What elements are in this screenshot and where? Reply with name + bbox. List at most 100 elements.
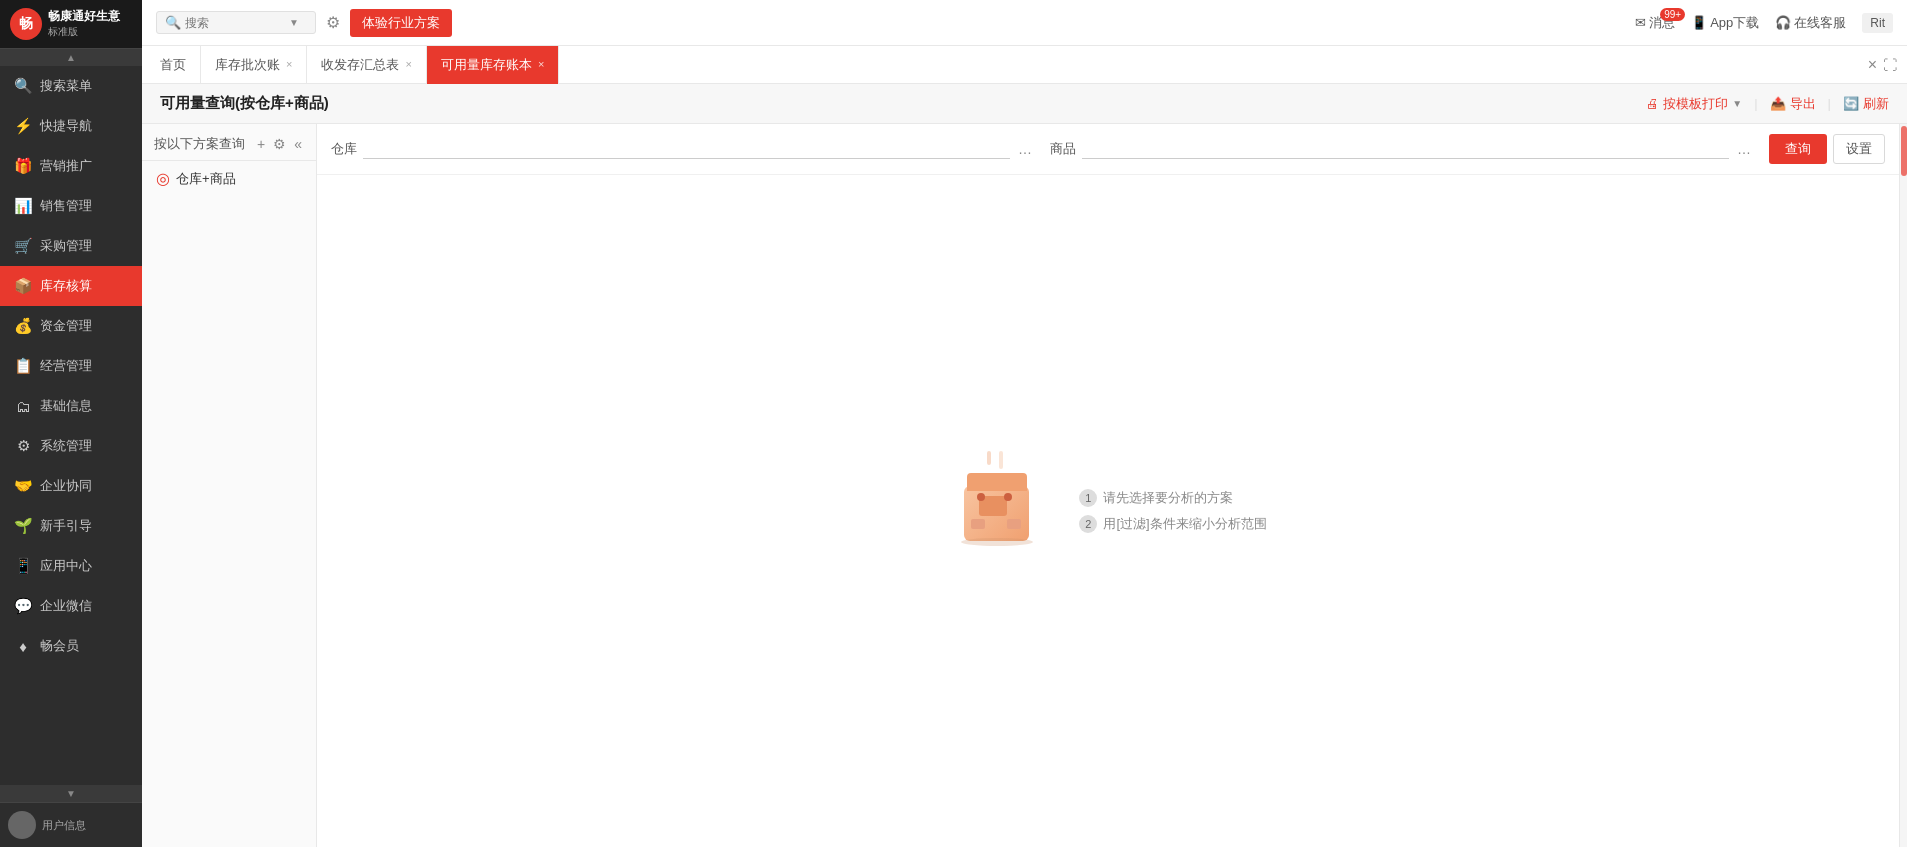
print-button[interactable]: 🖨 按模板打印 ▼	[1646, 95, 1742, 113]
warehouse-input[interactable]	[363, 139, 1010, 159]
page-header-actions: 🖨 按模板打印 ▼ | 📤 导出 | 🔄 刷新	[1646, 95, 1889, 113]
sidebar-item-vip[interactable]: ♦ 畅会员	[0, 626, 142, 666]
headset-icon: 🎧	[1775, 15, 1791, 30]
goods-input[interactable]	[1082, 139, 1729, 159]
separator: |	[1754, 96, 1757, 111]
sidebar-item-sales[interactable]: 📊 销售管理	[0, 186, 142, 226]
phone-icon: 📱	[1691, 15, 1707, 30]
tab-label: 首页	[160, 56, 186, 74]
tab-label: 可用量库存账本	[441, 56, 532, 74]
user-menu[interactable]: Rit	[1862, 13, 1893, 33]
box-icon: 📦	[14, 277, 32, 295]
sidebar-subtitle: 标准版	[48, 25, 120, 39]
refresh-button[interactable]: 🔄 刷新	[1843, 95, 1889, 113]
sidebar-item-wechat[interactable]: 💬 企业微信	[0, 586, 142, 626]
right-panel: 仓库 … 商品 … 查询 设置	[317, 124, 1899, 847]
gear-icon: ⚙	[14, 437, 32, 455]
lightning-icon: ⚡	[14, 117, 32, 135]
sidebar-item-enterprise[interactable]: 🤝 企业协同	[0, 466, 142, 506]
sidebar-item-inventory[interactable]: 📦 库存核算	[0, 266, 142, 306]
tab-home[interactable]: 首页	[142, 46, 201, 84]
chevron-down-icon: ▼	[289, 17, 299, 28]
main-area: 🔍 ▼ ⚙ 体验行业方案 ✉ 消息 99+ 📱 App下载 🎧 在线客服 Rit	[142, 0, 1907, 847]
sidebar-item-purchase[interactable]: 🛒 采购管理	[0, 226, 142, 266]
warehouse-more-icon[interactable]: …	[1016, 141, 1034, 157]
sidebar-item-quicknav[interactable]: ⚡ 快捷导航	[0, 106, 142, 146]
add-scheme-button[interactable]: +	[255, 134, 267, 154]
sidebar-item-apps[interactable]: 📱 应用中心	[0, 546, 142, 586]
sidebar-item-system[interactable]: ⚙ 系统管理	[0, 426, 142, 466]
export-button[interactable]: 📤 导出	[1770, 95, 1816, 113]
sidebar-item-basic[interactable]: 🗂 基础信息	[0, 386, 142, 426]
app-download-button[interactable]: 📱 App下载	[1691, 14, 1759, 32]
search-input[interactable]	[185, 16, 285, 30]
sidebar-title-wrap: 畅康通好生意 标准版	[48, 9, 120, 39]
online-service-button[interactable]: 🎧 在线客服	[1775, 14, 1846, 32]
close-tab-button[interactable]: ×	[1868, 57, 1877, 73]
sidebar-header: 畅 畅康通好生意 标准版	[0, 0, 142, 49]
sidebar-item-label: 营销推广	[40, 157, 92, 175]
online-service-label: 在线客服	[1794, 14, 1846, 32]
sidebar-item-marketing[interactable]: 🎁 营销推广	[0, 146, 142, 186]
tab-close-icon[interactable]: ×	[405, 59, 411, 70]
sidebar-item-label: 畅会员	[40, 637, 79, 655]
collapse-panel-button[interactable]: «	[292, 134, 304, 154]
scheme-item-warehouse-goods[interactable]: ◎ 仓库+商品	[142, 161, 316, 196]
sidebar-item-operations[interactable]: 📋 经营管理	[0, 346, 142, 386]
settings-scheme-button[interactable]: ⚙	[271, 134, 288, 154]
gift-icon: 🎁	[14, 157, 32, 175]
search-icon: 🔍	[165, 15, 181, 30]
sidebar-item-label: 采购管理	[40, 237, 92, 255]
empty-hints: 1 请先选择要分析的方案 2 用[过滤]条件来缩小分析范围	[1079, 489, 1266, 533]
handshake-icon: 🤝	[14, 477, 32, 495]
empty-hint-2: 2 用[过滤]条件来缩小分析范围	[1079, 515, 1266, 533]
hint-num-1: 1	[1079, 489, 1097, 507]
filter-actions: 查询 设置	[1769, 134, 1885, 164]
tab-close-icon[interactable]: ×	[286, 59, 292, 70]
refresh-icon: 🔄	[1843, 96, 1859, 111]
wechat-icon: 💬	[14, 597, 32, 615]
expand-button[interactable]: ⛶	[1883, 57, 1897, 73]
clipboard-icon: 📋	[14, 357, 32, 375]
settings-button[interactable]: 设置	[1833, 134, 1885, 164]
scheme-icon: ◎	[156, 169, 170, 188]
sidebar-scroll-up[interactable]: ▲	[0, 49, 142, 66]
tab-close-icon[interactable]: ×	[538, 59, 544, 70]
tab-available[interactable]: 可用量库存账本 ×	[427, 46, 559, 84]
industry-solution-button[interactable]: 体验行业方案	[350, 9, 452, 37]
messages-button[interactable]: ✉ 消息 99+	[1635, 14, 1675, 32]
hint-text-1: 请先选择要分析的方案	[1103, 489, 1233, 507]
tabs-actions: × ⛶	[1858, 46, 1907, 84]
sidebar-item-label: 企业协同	[40, 477, 92, 495]
tab-batch[interactable]: 库存批次账 ×	[201, 46, 307, 84]
chevron-down-icon: ▼	[1732, 98, 1742, 109]
sidebar-bottom: 用户信息	[0, 802, 142, 847]
sidebar-item-label: 基础信息	[40, 397, 92, 415]
separator: |	[1828, 96, 1831, 111]
sidebar-item-search[interactable]: 🔍 搜索菜单	[0, 66, 142, 106]
goods-label: 商品	[1050, 140, 1076, 158]
hint-text-2: 用[过滤]条件来缩小分析范围	[1103, 515, 1266, 533]
goods-more-icon[interactable]: …	[1735, 141, 1753, 157]
export-icon: 📤	[1770, 96, 1786, 111]
topbar-gear-icon[interactable]: ⚙	[326, 13, 340, 32]
scrollbar[interactable]	[1899, 124, 1907, 847]
query-button[interactable]: 查询	[1769, 134, 1827, 164]
sidebar-title: 畅康通好生意	[48, 9, 120, 25]
sidebar: 畅 畅康通好生意 标准版 ▲ 🔍 搜索菜单 ⚡ 快捷导航 🎁 营销推广 📊 销售…	[0, 0, 142, 847]
topbar-search-box[interactable]: 🔍 ▼	[156, 11, 316, 34]
sidebar-item-label: 快捷导航	[40, 117, 92, 135]
search-icon: 🔍	[14, 77, 32, 95]
tab-summary[interactable]: 收发存汇总表 ×	[307, 46, 426, 84]
phone-icon: 📱	[14, 557, 32, 575]
page-title: 可用量查询(按仓库+商品)	[160, 94, 329, 113]
sidebar-item-finance[interactable]: 💰 资金管理	[0, 306, 142, 346]
sidebar-scroll-down[interactable]: ▼	[0, 785, 142, 802]
sidebar-item-guide[interactable]: 🌱 新手引导	[0, 506, 142, 546]
print-icon: 🖨	[1646, 96, 1659, 111]
topbar-right-actions: ✉ 消息 99+ 📱 App下载 🎧 在线客服 Rit	[1635, 13, 1893, 33]
sidebar-item-label: 搜索菜单	[40, 77, 92, 95]
app-download-label: App下载	[1710, 14, 1759, 32]
chart-icon: 📊	[14, 197, 32, 215]
messages-badge: 99+	[1660, 8, 1685, 21]
